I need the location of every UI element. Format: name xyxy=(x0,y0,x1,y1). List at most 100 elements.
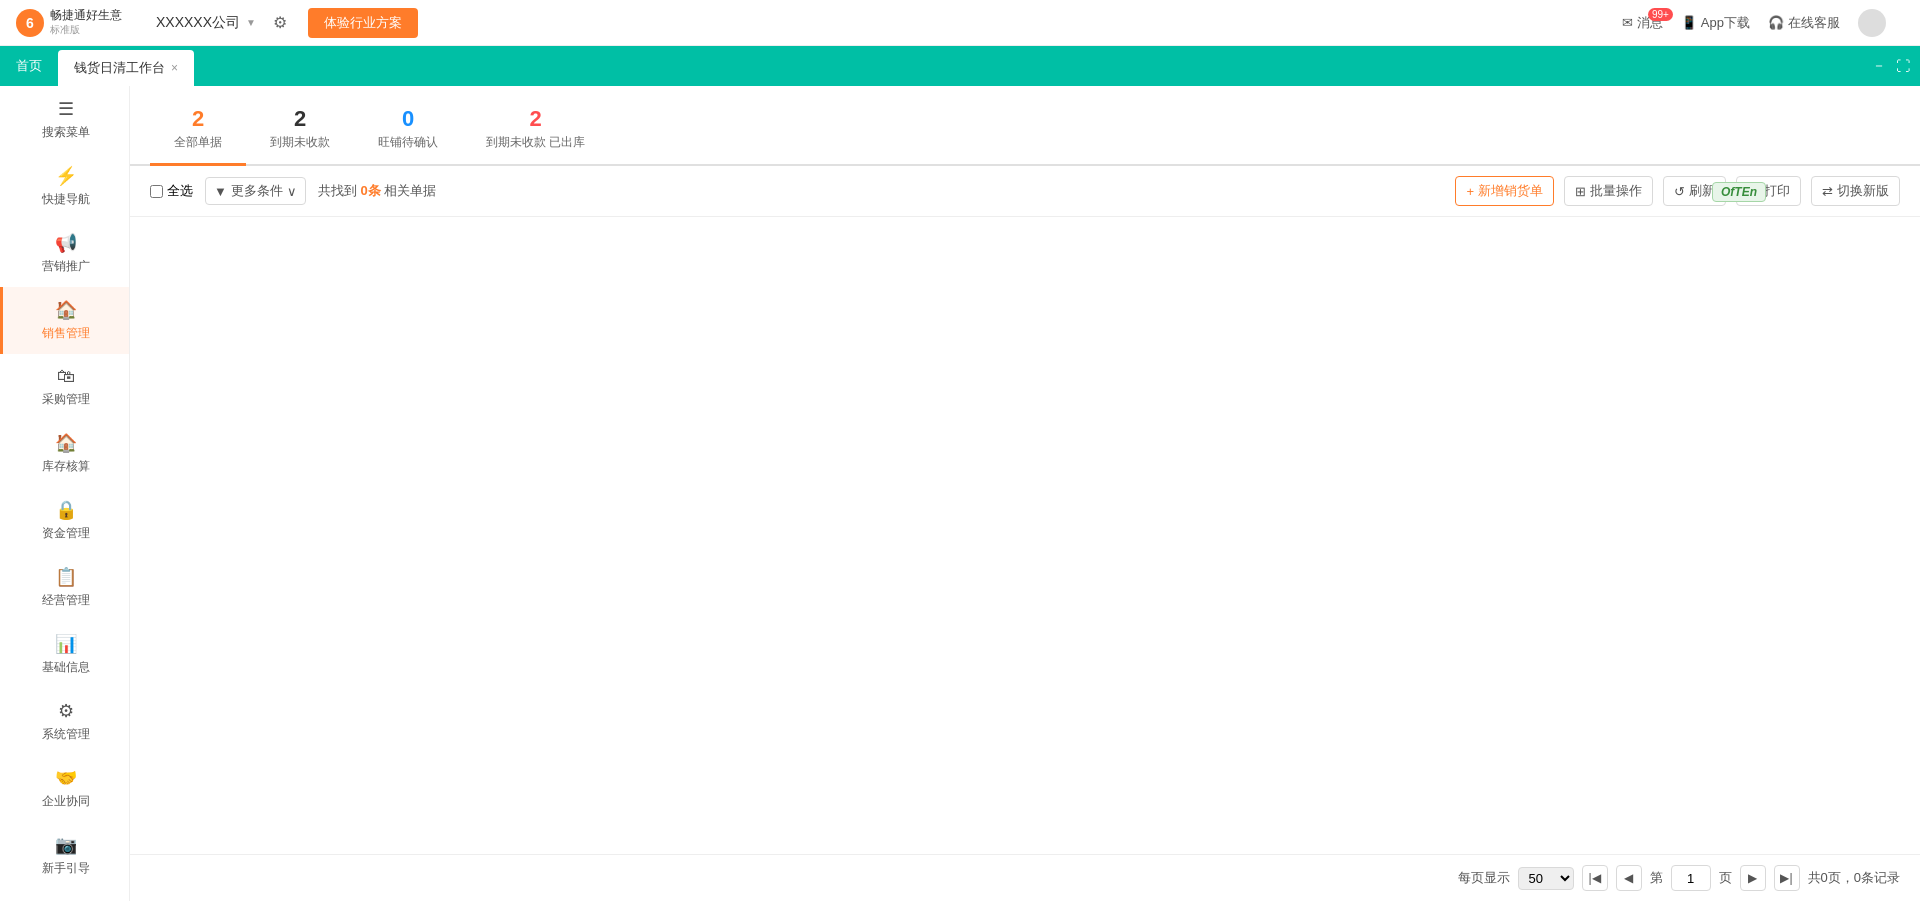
print-label: 打印 xyxy=(1764,182,1790,200)
guide-icon: 📷 xyxy=(55,834,77,856)
sidebar: ☰ 搜索菜单 ⚡ 快捷导航 📢 营销推广 🏠 销售管理 🛍 采购管理 🏠 库存核… xyxy=(0,86,130,901)
sidebar-item-purchase[interactable]: 🛍 采购管理 xyxy=(0,354,129,420)
batch-operation-button[interactable]: ⊞ 批量操作 xyxy=(1564,176,1653,206)
stat-label-overdue-out: 到期未收款 已出库 xyxy=(486,134,585,151)
tab-maximize-icon[interactable]: ⛶ xyxy=(1896,58,1910,74)
stat-num-overdue: 2 xyxy=(270,106,330,132)
app-download-label: App下载 xyxy=(1701,14,1750,32)
total-info: 共0页，0条记录 xyxy=(1808,869,1900,887)
add-order-label: 新增销货单 xyxy=(1478,182,1543,200)
tab-work-label: 钱货日清工作台 xyxy=(74,59,165,77)
logo-sub: 标准版 xyxy=(50,23,122,37)
sidebar-item-sales[interactable]: 🏠 销售管理 xyxy=(0,287,129,354)
message-button[interactable]: ✉ 消息 99+ xyxy=(1622,14,1663,32)
tab-minimize-icon[interactable]: － xyxy=(1872,57,1886,75)
finance-icon: 🔒 xyxy=(55,499,77,521)
last-page-button[interactable]: ▶| xyxy=(1774,865,1800,891)
select-all-label: 全选 xyxy=(167,182,193,200)
sidebar-item-search[interactable]: ☰ 搜索菜单 xyxy=(0,86,129,153)
tab-work[interactable]: 钱货日清工作台 × xyxy=(58,50,194,86)
stat-label-all: 全部单据 xyxy=(174,134,222,151)
sidebar-label-guide: 新手引导 xyxy=(42,860,90,877)
page-size-label: 每页显示 xyxy=(1458,869,1510,887)
switch-icon: ⇄ xyxy=(1822,184,1833,199)
stat-tab-pending[interactable]: 0 旺铺待确认 xyxy=(354,98,462,166)
sales-icon: 🏠 xyxy=(55,299,77,321)
avatar[interactable] xyxy=(1858,9,1886,37)
phone-icon: 📱 xyxy=(1681,15,1697,30)
search-icon: ☰ xyxy=(58,98,74,120)
sidebar-label-sales: 销售管理 xyxy=(42,325,90,342)
current-page-input[interactable] xyxy=(1671,865,1711,891)
sidebar-item-appcenter[interactable]: 📥 应用中心 xyxy=(0,889,129,901)
tab-home[interactable]: 首页 xyxy=(0,46,58,86)
marketing-icon: 📢 xyxy=(55,232,77,254)
stat-tab-all[interactable]: 2 全部单据 xyxy=(150,98,246,166)
add-order-button[interactable]: + 新增销货单 xyxy=(1455,176,1554,206)
tab-close-icon[interactable]: × xyxy=(171,61,178,75)
settings-icon[interactable]: ⚙ xyxy=(266,9,294,37)
service-icon: 🎧 xyxy=(1768,15,1784,30)
pagination-bar: 每页显示 50 10 20 100 |◀ ◀ 第 页 ▶ ▶| 共0页，0条记录 xyxy=(130,854,1920,901)
chevron-down-icon: ▼ xyxy=(246,17,256,28)
logo-icon: 6 xyxy=(16,9,44,37)
count-info: 共找到 0条 相关单据 xyxy=(318,182,436,200)
sidebar-item-marketing[interactable]: 📢 营销推广 xyxy=(0,220,129,287)
switch-version-button[interactable]: ⇄ 切换新版 xyxy=(1811,176,1900,206)
app-download-button[interactable]: 📱 App下载 xyxy=(1681,14,1750,32)
sidebar-label-system: 系统管理 xyxy=(42,726,90,743)
stat-num-all: 2 xyxy=(174,106,222,132)
online-service-button[interactable]: 🎧 在线客服 xyxy=(1768,14,1840,32)
count-prefix: 共找到 xyxy=(318,183,357,198)
sidebar-label-purchase: 采购管理 xyxy=(42,391,90,408)
count-number: 0条 xyxy=(361,183,381,198)
first-page-button[interactable]: |◀ xyxy=(1582,865,1608,891)
often-badge: OfTEn xyxy=(1712,182,1766,202)
stat-tab-overdue-out[interactable]: 2 到期未收款 已出库 xyxy=(462,98,609,166)
sidebar-item-quicknav[interactable]: ⚡ 快捷导航 xyxy=(0,153,129,220)
filter-button[interactable]: ▼ 更多条件 ∨ xyxy=(205,177,306,205)
operations-icon: 📋 xyxy=(55,566,77,588)
select-all-input[interactable] xyxy=(150,185,163,198)
sidebar-item-baseinfo[interactable]: 📊 基础信息 xyxy=(0,621,129,688)
sidebar-label-marketing: 营销推广 xyxy=(42,258,90,275)
toolbar: 全选 ▼ 更多条件 ∨ 共找到 0条 相关单据 + 新增销货单 ⊞ 批量操作 xyxy=(130,166,1920,217)
inventory-icon: 🏠 xyxy=(55,432,77,454)
sidebar-item-inventory[interactable]: 🏠 库存核算 xyxy=(0,420,129,487)
page-size-select[interactable]: 50 10 20 100 xyxy=(1518,867,1574,890)
next-page-button[interactable]: ▶ xyxy=(1740,865,1766,891)
stat-num-pending: 0 xyxy=(378,106,438,132)
tab-bar: 首页 钱货日清工作台 × － ⛶ xyxy=(0,46,1920,86)
sidebar-label-enterprise: 企业协同 xyxy=(42,793,90,810)
toolbar-right: + 新增销货单 ⊞ 批量操作 ↺ 刷新 🖨 打印 ⇄ 切换新版 xyxy=(1455,176,1900,206)
sidebar-item-system[interactable]: ⚙ 系统管理 xyxy=(0,688,129,755)
logo-area: 6 畅捷通好生意 标准版 xyxy=(16,8,146,38)
filter-label: 更多条件 xyxy=(231,182,283,200)
stat-label-overdue: 到期未收款 xyxy=(270,134,330,151)
batch-label: 批量操作 xyxy=(1590,182,1642,200)
company-selector[interactable]: XXXXXX公司 ▼ xyxy=(156,14,256,32)
stat-num-overdue-out: 2 xyxy=(486,106,585,132)
sidebar-item-operations[interactable]: 📋 经营管理 xyxy=(0,554,129,621)
sidebar-label-search: 搜索菜单 xyxy=(42,124,90,141)
stat-tab-overdue[interactable]: 2 到期未收款 xyxy=(246,98,354,166)
purchase-icon: 🛍 xyxy=(57,366,75,387)
select-all-checkbox[interactable]: 全选 xyxy=(150,182,193,200)
logo-title: 畅捷通好生意 xyxy=(50,8,122,24)
tab-bar-actions: － ⛶ xyxy=(1872,57,1920,75)
message-icon: ✉ xyxy=(1622,15,1633,30)
content-area: 2 全部单据 2 到期未收款 0 旺铺待确认 2 到期未收款 已出库 全选 xyxy=(130,86,1920,901)
table-area xyxy=(130,217,1920,854)
sidebar-item-guide[interactable]: 📷 新手引导 xyxy=(0,822,129,889)
sidebar-label-quicknav: 快捷导航 xyxy=(42,191,90,208)
stats-tabs: 2 全部单据 2 到期未收款 0 旺铺待确认 2 到期未收款 已出库 xyxy=(130,86,1920,166)
batch-icon: ⊞ xyxy=(1575,184,1586,199)
try-industry-button[interactable]: 体验行业方案 xyxy=(308,8,418,38)
stat-label-pending: 旺铺待确认 xyxy=(378,134,438,151)
switch-label: 切换新版 xyxy=(1837,182,1889,200)
sidebar-label-baseinfo: 基础信息 xyxy=(42,659,90,676)
company-name: XXXXXX公司 xyxy=(156,14,240,32)
sidebar-item-finance[interactable]: 🔒 资金管理 xyxy=(0,487,129,554)
prev-page-button[interactable]: ◀ xyxy=(1616,865,1642,891)
sidebar-item-enterprise[interactable]: 🤝 企业协同 xyxy=(0,755,129,822)
